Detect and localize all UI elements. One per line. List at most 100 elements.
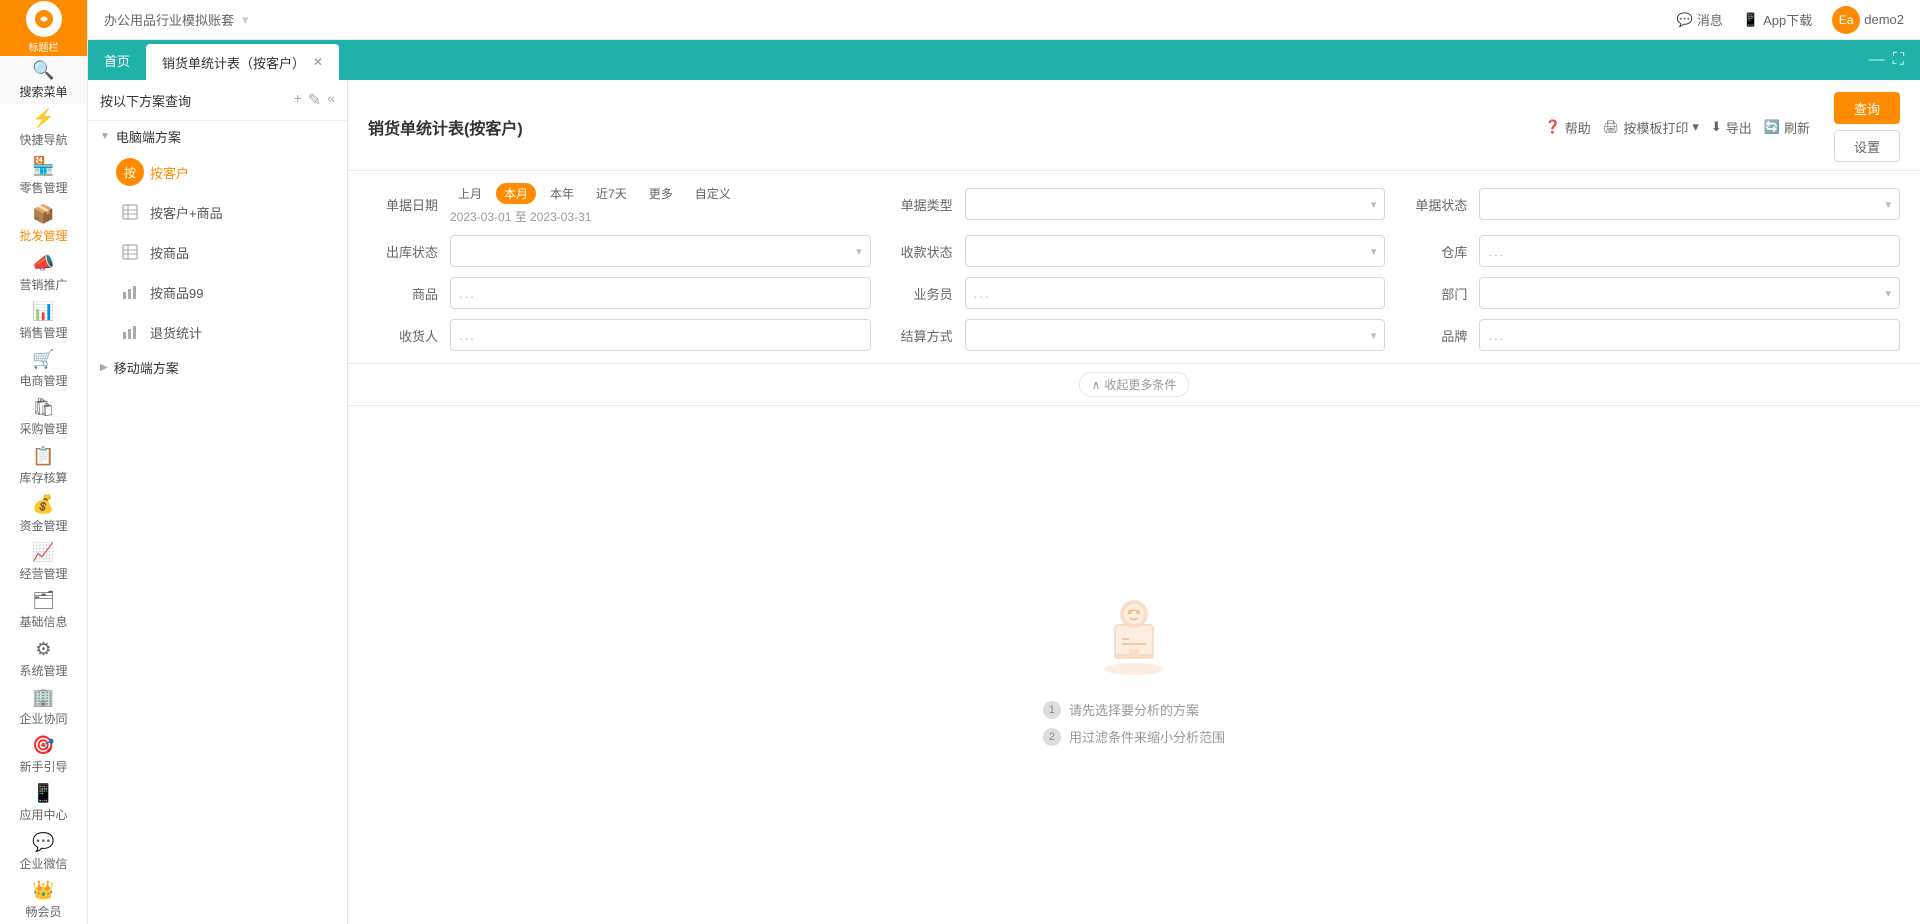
filter-area: 单据日期 上月 本月 本年 近7天 更多 自定义 2023-03-01 至 20…	[348, 171, 1920, 364]
dept-input[interactable]: ▾	[1479, 277, 1900, 309]
shortcut-custom[interactable]: 自定义	[687, 183, 739, 204]
out-status-arrow-icon: ▾	[856, 245, 862, 258]
query-button[interactable]: 查询	[1834, 92, 1900, 124]
sidebar-item-sales[interactable]: 📊 销售管理	[0, 297, 88, 345]
recipient-input[interactable]: ...	[450, 319, 871, 351]
order-status-input[interactable]: ▾	[1479, 188, 1900, 220]
export-btn[interactable]: ⬇ 导出	[1711, 118, 1752, 137]
sidebar-item-retail[interactable]: 🏪 零售管理	[0, 152, 88, 200]
sidebar-item-wholesale[interactable]: 📦 批发管理	[0, 200, 88, 248]
app-download-btn[interactable]: 📱 App下载	[1743, 10, 1812, 29]
dept-filter[interactable]: ▾	[1479, 277, 1900, 309]
order-status-filter[interactable]: ▾	[1479, 188, 1900, 220]
warehouse-input[interactable]: ...	[1479, 235, 1900, 267]
payment-status-input[interactable]: ▾	[965, 235, 1386, 267]
tip-text-1: 请先选择要分析的方案	[1069, 700, 1199, 719]
payment-method-input[interactable]: ▾	[965, 319, 1386, 351]
collapse-up-icon: ∧	[1092, 378, 1101, 392]
tree-group-desktop[interactable]: ▼ 电脑端方案	[88, 121, 347, 152]
staff-filter[interactable]: ...	[965, 277, 1386, 309]
sidebar-item-purchase[interactable]: 🛍 采购管理	[0, 393, 88, 441]
sidebar-item-wechat[interactable]: 💬 企业微信	[0, 827, 88, 875]
tree-item-by-product-99[interactable]: 按商品99	[116, 272, 347, 312]
settings-button[interactable]: 设置	[1834, 130, 1900, 162]
payment-status-filter[interactable]: ▾	[965, 235, 1386, 267]
sidebar-item-marketing[interactable]: 📣 营销推广	[0, 249, 88, 297]
order-type-filter[interactable]: ▾	[965, 188, 1386, 220]
page-header: 销货单统计表(按客户) ❓ 帮助 🖨 按模板打印 ▾ ⬇ 导出	[348, 80, 1920, 171]
sidebar-item-finance[interactable]: 💰 资金管理	[0, 490, 88, 538]
tabbar-actions: — ⛶	[1869, 51, 1920, 69]
order-type-input[interactable]: ▾	[965, 188, 1386, 220]
tip-number-2: 2	[1043, 728, 1061, 746]
tab-sales-stats[interactable]: 销货单统计表（按客户） ✕	[146, 44, 339, 80]
out-status-input[interactable]: ▾	[450, 235, 871, 267]
payment-method-filter[interactable]: ▾	[965, 319, 1386, 351]
sidebar-item-shortcut[interactable]: ⚡ 快捷导航	[0, 104, 88, 152]
message-label: 消息	[1697, 10, 1723, 29]
tree-item-by-product[interactable]: 按商品	[116, 232, 347, 272]
user-menu[interactable]: Ea demo2	[1832, 6, 1904, 34]
purchase-icon: 🛍	[32, 397, 55, 418]
staff-input[interactable]: ...	[965, 277, 1386, 309]
tree-group-mobile[interactable]: ▶ 移动端方案	[88, 352, 347, 383]
collapse-panel-btn[interactable]: «	[327, 90, 335, 110]
refresh-icon: 🔄	[1764, 119, 1780, 135]
topbar: 办公用品行业模拟账套 ▾ 💬 消息 📱 App下载 Ea demo2	[88, 0, 1920, 40]
recipient-filter[interactable]: ...	[450, 319, 871, 351]
right-panel: 销货单统计表(按客户) ❓ 帮助 🖨 按模板打印 ▾ ⬇ 导出	[348, 80, 1920, 924]
tree-arrow-mobile: ▶	[100, 362, 108, 373]
tree-item-by-customer-product[interactable]: 按客户+商品	[116, 192, 347, 232]
help-btn[interactable]: ❓ 帮助	[1545, 118, 1591, 137]
refresh-btn[interactable]: 🔄 刷新	[1764, 118, 1810, 137]
inventory-icon: 📋	[32, 446, 54, 467]
sidebar-item-enterprise[interactable]: 🏢 企业协同	[0, 683, 88, 731]
left-panel: 按以下方案查询 + ✎ « ▼ 电脑端方案 按 按客户	[88, 80, 348, 924]
edit-scheme-btn[interactable]: ✎	[308, 90, 321, 110]
sidebar-item-operations[interactable]: 📈 经营管理	[0, 538, 88, 586]
sidebar-item-label: 批发管理	[19, 227, 67, 244]
product-input[interactable]: ...	[450, 277, 871, 309]
tab-home[interactable]: 首页	[88, 40, 146, 80]
collapse-more-btn[interactable]: ∧ 收起更多条件	[1079, 372, 1190, 397]
tab-close-icon[interactable]: ✕	[313, 55, 323, 69]
shortcut-more[interactable]: 更多	[641, 183, 681, 204]
tab-expand-icon[interactable]: ⛶	[1893, 51, 1904, 69]
page-header-actions: ❓ 帮助 🖨 按模板打印 ▾ ⬇ 导出 🔄 刷新	[1545, 92, 1900, 162]
sidebar-item-inventory[interactable]: 📋 库存核算	[0, 442, 88, 490]
shortcut-this-month[interactable]: 本月	[496, 183, 536, 204]
sidebar-item-ecommerce[interactable]: 🛒 电商管理	[0, 345, 88, 393]
sidebar-item-newbie[interactable]: 🎯 新手引导	[0, 731, 88, 779]
collapse-label: 收起更多条件	[1104, 376, 1176, 393]
content-area: 按以下方案查询 + ✎ « ▼ 电脑端方案 按 按客户	[88, 80, 1920, 924]
sidebar-item-search[interactable]: 🔍 搜索菜单	[0, 56, 88, 104]
tab-minimize-icon[interactable]: —	[1869, 51, 1885, 69]
app-download-label: App下载	[1763, 10, 1812, 29]
warehouse-filter[interactable]: ...	[1479, 235, 1900, 267]
sidebar-item-vip[interactable]: 👑 畅会员	[0, 876, 88, 924]
product-filter[interactable]: ...	[450, 277, 871, 309]
sidebar-item-apps[interactable]: 📱 应用中心	[0, 779, 88, 827]
payment-status-label: 收款状态	[883, 242, 953, 261]
sidebar-item-system[interactable]: ⚙ 系统管理	[0, 634, 88, 682]
brand-input[interactable]: ...	[1479, 319, 1900, 351]
filter-row-1: 单据日期 上月 本月 本年 近7天 更多 自定义 2023-03-01 至 20…	[368, 183, 1900, 225]
marketing-icon: 📣	[32, 253, 54, 274]
date-shortcuts: 上月 本月 本年 近7天 更多 自定义	[450, 183, 871, 204]
message-btn[interactable]: 💬 消息	[1677, 10, 1723, 29]
add-scheme-btn[interactable]: +	[294, 90, 302, 110]
shortcut-last-month[interactable]: 上月	[450, 183, 490, 204]
out-status-filter[interactable]: ▾	[450, 235, 871, 267]
tree-item-return-stats[interactable]: 退货统计	[116, 312, 347, 352]
print-icon: 🖨	[1603, 119, 1620, 135]
brand-filter[interactable]: ...	[1479, 319, 1900, 351]
sidebar-item-basic[interactable]: 🗂 基础信息	[0, 586, 88, 634]
shortcut-this-year[interactable]: 本年	[542, 183, 582, 204]
order-status-arrow-icon: ▾	[1885, 198, 1891, 211]
tree-group-mobile-label: 移动端方案	[114, 358, 179, 377]
chart-icon	[116, 278, 144, 306]
tree-item-by-customer[interactable]: 按 按客户	[116, 152, 347, 192]
shortcut-last-7-days[interactable]: 近7天	[588, 183, 635, 204]
template-print-btn[interactable]: 🖨 按模板打印 ▾	[1603, 118, 1699, 137]
tab-home-label: 首页	[104, 51, 130, 70]
